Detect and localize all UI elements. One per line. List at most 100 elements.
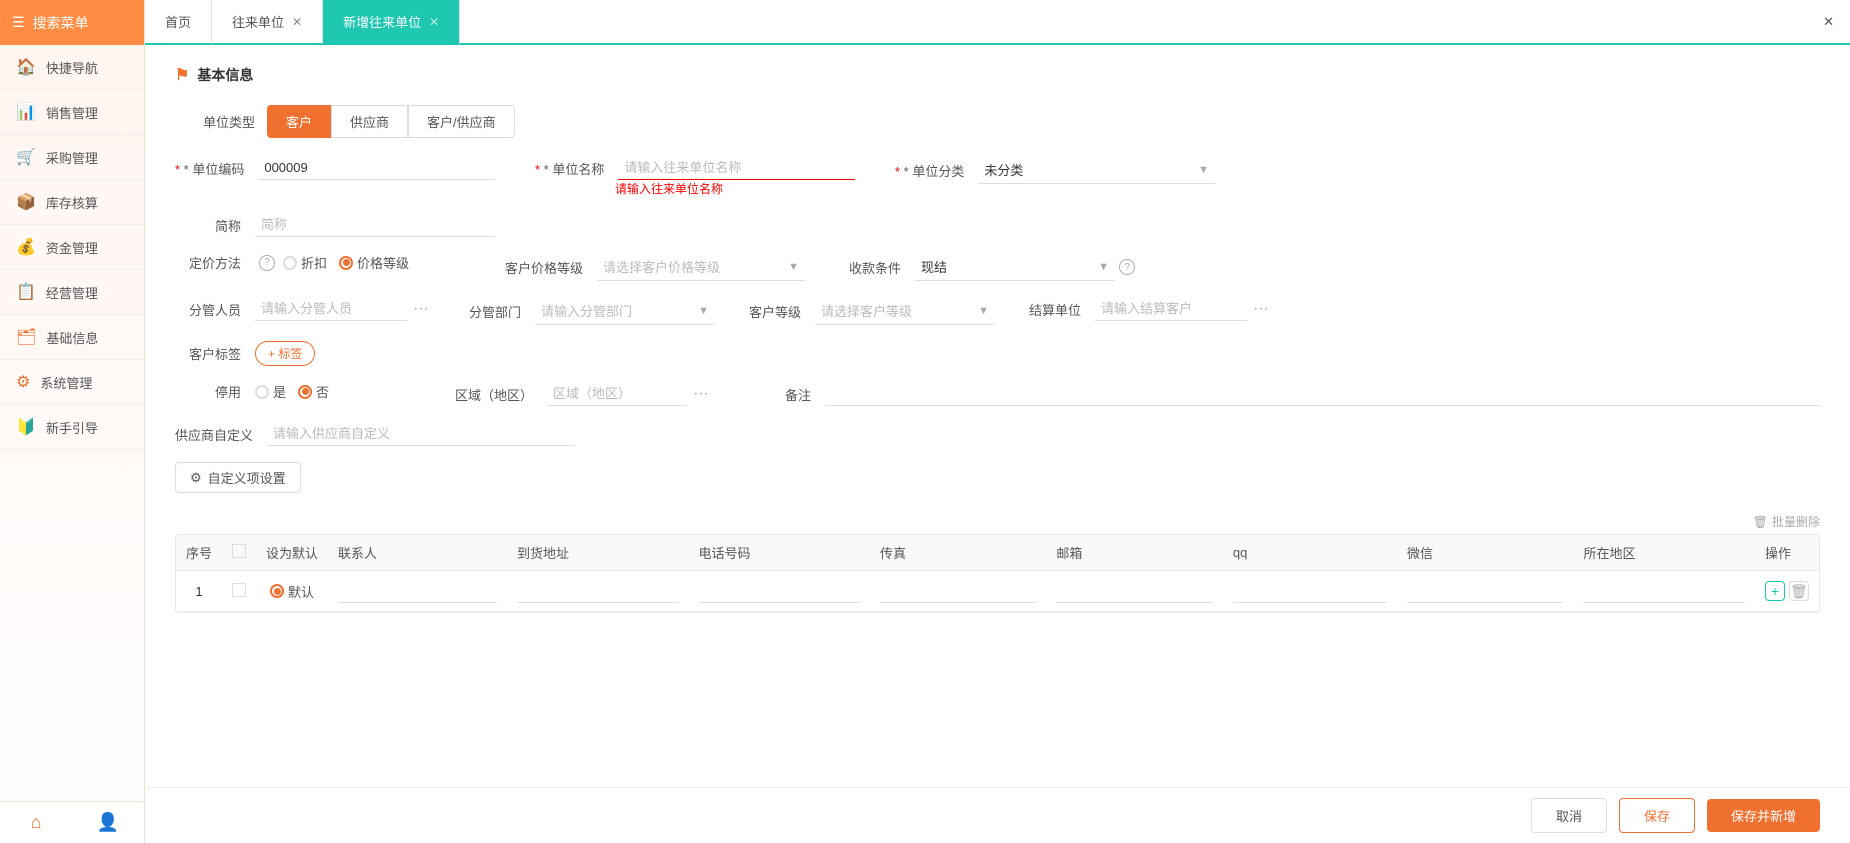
col-region: 所在地区 bbox=[1573, 535, 1755, 571]
sidebar-item-system[interactable]: ⚙ 系统管理 bbox=[0, 360, 144, 405]
save-new-button[interactable]: 保存并新增 bbox=[1707, 799, 1820, 832]
customer-level-label: 客户等级 bbox=[735, 302, 805, 321]
tab-home[interactable]: 首页 bbox=[145, 0, 212, 44]
operation-icon: 📋 bbox=[16, 282, 36, 302]
customer-level-select[interactable]: 请选择客户等级 ▼ bbox=[815, 297, 995, 325]
department-placeholder: 请输入分管部门 bbox=[541, 301, 632, 320]
pricing-help-icon[interactable]: ? bbox=[259, 255, 275, 271]
supplier-custom-input[interactable] bbox=[267, 422, 575, 446]
customer-price-level-label: 客户价格等级 bbox=[505, 258, 587, 277]
field-department: 分管部门 请输入分管部门 ▼ bbox=[455, 297, 715, 325]
customer-price-level-arrow: ▼ bbox=[788, 261, 799, 273]
sidebar-item-operation[interactable]: 📋 经营管理 bbox=[0, 270, 144, 315]
sidebar-profile-btn[interactable]: 👤 bbox=[72, 802, 144, 843]
row-add-btn[interactable]: + bbox=[1765, 581, 1785, 601]
unit-type-supplier-btn[interactable]: 供应商 bbox=[331, 105, 408, 138]
sidebar-item-finance[interactable]: 💰 资金管理 bbox=[0, 225, 144, 270]
unit-category-select[interactable]: 未分类 ▼ bbox=[978, 156, 1215, 184]
row-region-input[interactable] bbox=[1583, 579, 1745, 603]
sidebar-label-basic: 基础信息 bbox=[46, 328, 98, 347]
row-fax bbox=[870, 571, 1046, 612]
col-default: 设为默认 bbox=[256, 535, 328, 571]
field-unit-code: * 单位编码 bbox=[175, 156, 495, 180]
row-seq: 1 bbox=[176, 571, 222, 612]
row-default-radio[interactable]: 默认 bbox=[266, 582, 318, 601]
disabled-radio-group: 是 否 bbox=[255, 382, 329, 401]
sidebar-item-purchase[interactable]: 🛒 采购管理 bbox=[0, 135, 144, 180]
main-area: 首页 往来单位 ✕ 新增往来单位 ✕ ✕ ⚑ 基本信息 单位类型 客户 供应商 … bbox=[145, 0, 1850, 843]
region-input[interactable] bbox=[547, 382, 687, 406]
field-payment-terms: 收款条件 现结 ▼ ? bbox=[835, 253, 1135, 281]
payment-terms-arrow: ▼ bbox=[1098, 261, 1109, 273]
save-button[interactable]: 保存 bbox=[1619, 798, 1695, 833]
row-fax-input[interactable] bbox=[880, 579, 1036, 603]
sidebar-item-inventory[interactable]: 📦 库存核算 bbox=[0, 180, 144, 225]
field-pricing-method: 定价方法 ? 折扣 价格等级 bbox=[175, 253, 475, 272]
unit-type-both-btn[interactable]: 客户/供应商 bbox=[408, 105, 515, 138]
settlement-unit-more-btn[interactable]: ··· bbox=[1247, 300, 1275, 318]
row-contact-input[interactable] bbox=[338, 579, 497, 603]
sidebar-item-guide[interactable]: 🔰 新手引导 bbox=[0, 405, 144, 450]
row-del-btn[interactable]: 🗑 bbox=[1789, 581, 1809, 601]
row-address-input[interactable] bbox=[517, 579, 679, 603]
remark-input[interactable] bbox=[825, 382, 1820, 406]
header-checkbox[interactable] bbox=[232, 544, 246, 558]
payment-terms-select[interactable]: 现结 ▼ bbox=[915, 253, 1115, 281]
row-qq-input[interactable] bbox=[1233, 579, 1387, 603]
settlement-unit-input[interactable] bbox=[1095, 297, 1247, 321]
window-close-btn[interactable]: ✕ bbox=[1807, 0, 1850, 44]
row-email-input[interactable] bbox=[1056, 579, 1212, 603]
payment-terms-help-icon[interactable]: ? bbox=[1119, 259, 1135, 275]
radio-price-level-dot bbox=[343, 259, 350, 266]
short-name-input[interactable] bbox=[255, 213, 495, 237]
settlement-unit-label: 结算单位 bbox=[1015, 300, 1085, 319]
col-action: 操作 bbox=[1755, 535, 1819, 571]
tab-partners-close[interactable]: ✕ bbox=[292, 15, 302, 29]
pricing-radio-group: 折扣 价格等级 bbox=[283, 253, 409, 272]
manager-label: 分管人员 bbox=[175, 300, 245, 319]
radio-price-level-label: 价格等级 bbox=[357, 253, 409, 272]
pricing-radio-price-level[interactable]: 价格等级 bbox=[339, 253, 409, 272]
custom-settings-label: 自定义项设置 bbox=[208, 468, 286, 487]
sidebar-search[interactable]: ☰ 搜索菜单 bbox=[0, 0, 144, 45]
section-title-label: 基本信息 bbox=[197, 65, 253, 85]
customer-price-level-select[interactable]: 请选择客户价格等级 ▼ bbox=[597, 253, 805, 281]
row-pricing: 定价方法 ? 折扣 价格等级 客户价格等级 bbox=[175, 253, 1820, 281]
tab-new-partner-close[interactable]: ✕ bbox=[429, 15, 439, 29]
customer-level-arrow: ▼ bbox=[978, 305, 989, 317]
sidebar-item-quick-nav[interactable]: 🏠 快捷导航 bbox=[0, 45, 144, 90]
tab-partners[interactable]: 往来单位 ✕ bbox=[212, 0, 323, 44]
unit-name-input[interactable] bbox=[618, 156, 855, 180]
row-phone-input[interactable] bbox=[699, 579, 861, 603]
pricing-radio-discount[interactable]: 折扣 bbox=[283, 253, 327, 272]
custom-settings-btn[interactable]: ⚙ 自定义项设置 bbox=[175, 462, 301, 493]
unit-code-input[interactable] bbox=[258, 156, 495, 180]
unit-type-customer-btn[interactable]: 客户 bbox=[267, 105, 331, 138]
manager-more-btn[interactable]: ··· bbox=[407, 300, 435, 318]
disabled-radio-no[interactable]: 否 bbox=[298, 382, 329, 401]
row-customer-tag: 客户标签 + 标签 bbox=[175, 341, 1820, 366]
sidebar-home-btn[interactable]: ⌂ bbox=[0, 802, 72, 843]
field-unit-name: * 单位名称 请输入往来单位名称 bbox=[535, 156, 855, 197]
row-checkbox[interactable] bbox=[232, 583, 246, 597]
row-short-name: 简称 bbox=[175, 213, 1820, 237]
region-more-btn[interactable]: ··· bbox=[687, 385, 715, 403]
unit-category-value: 未分类 bbox=[984, 160, 1023, 179]
row-wechat-input[interactable] bbox=[1407, 579, 1563, 603]
sidebar-item-sales[interactable]: 📊 销售管理 bbox=[0, 90, 144, 135]
sidebar-item-basic[interactable]: 🗂 基础信息 bbox=[0, 315, 144, 360]
manager-input[interactable] bbox=[255, 297, 407, 321]
tab-new-partner[interactable]: 新增往来单位 ✕ bbox=[323, 0, 460, 44]
col-contact: 联系人 bbox=[328, 535, 507, 571]
field-customer-price-level: 客户价格等级 请选择客户价格等级 ▼ bbox=[505, 253, 805, 281]
department-select[interactable]: 请输入分管部门 ▼ bbox=[535, 297, 715, 325]
customer-price-level-placeholder: 请选择客户价格等级 bbox=[603, 257, 720, 276]
contacts-table-wrapper: 序号 设为默认 联系人 到货地址 电话号码 传真 邮箱 qq 微信 所在地区 bbox=[175, 534, 1820, 613]
cancel-button[interactable]: 取消 bbox=[1531, 798, 1607, 833]
field-customer-tag: 客户标签 + 标签 bbox=[175, 341, 1820, 366]
add-tag-btn[interactable]: + 标签 bbox=[255, 341, 315, 366]
batch-delete-label[interactable]: 批量删除 bbox=[1772, 513, 1820, 530]
disabled-radio-yes[interactable]: 是 bbox=[255, 382, 286, 401]
row-phone bbox=[689, 571, 871, 612]
remark-label: 备注 bbox=[745, 385, 815, 404]
